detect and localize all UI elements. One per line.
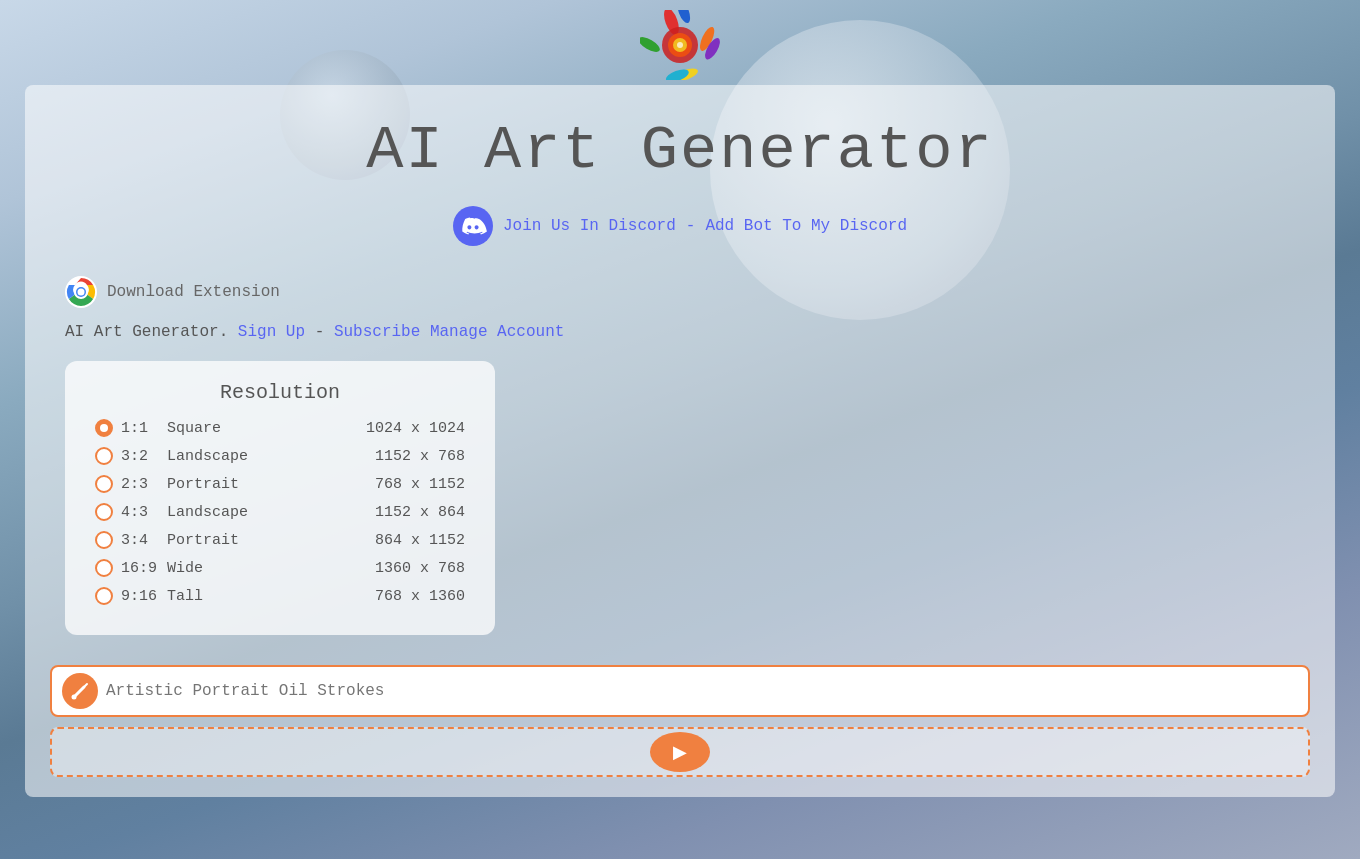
- resolution-item[interactable]: 2:3 Portrait 768 x 1152: [95, 475, 465, 493]
- res-label: Landscape: [167, 448, 267, 465]
- res-label: Tall: [167, 588, 267, 605]
- res-label: Portrait: [167, 476, 267, 493]
- res-ratio: 4:3: [121, 504, 159, 521]
- radio-1-1[interactable]: [95, 419, 113, 437]
- res-label: Wide: [167, 560, 267, 577]
- radio-2-3[interactable]: [95, 475, 113, 493]
- svg-line-18: [84, 684, 87, 687]
- account-row: AI Art Generator. Sign Up - Subscribe Ma…: [65, 323, 1295, 341]
- resolution-item[interactable]: 16:9 Wide 1360 x 768: [95, 559, 465, 577]
- manage-link[interactable]: Manage Account: [430, 323, 564, 341]
- res-ratio: 3:4: [121, 532, 159, 549]
- resolution-title: Resolution: [95, 381, 465, 404]
- prompt-input[interactable]: [106, 682, 1298, 700]
- generate-button[interactable]: [650, 732, 710, 772]
- res-dims: 768 x 1360: [375, 588, 465, 605]
- res-ratio: 2:3: [121, 476, 159, 493]
- svg-point-10: [677, 42, 683, 48]
- page-title: AI Art Generator: [366, 115, 993, 186]
- res-dims: 1152 x 768: [375, 448, 465, 465]
- res-dims: 768 x 1152: [375, 476, 465, 493]
- resolution-item[interactable]: 3:2 Landscape 1152 x 768: [95, 447, 465, 465]
- signup-link[interactable]: Sign Up: [238, 323, 305, 341]
- res-ratio: 9:16: [121, 588, 159, 605]
- chrome-extension-row: Download Extension: [65, 276, 1295, 308]
- generate-area: [50, 727, 1310, 777]
- resolution-options: 1:1 Square 1024 x 1024 3:2 Landscape 115…: [95, 419, 465, 605]
- resolution-item[interactable]: 4:3 Landscape 1152 x 864: [95, 503, 465, 521]
- chrome-icon: [65, 276, 97, 308]
- res-dims: 1152 x 864: [375, 504, 465, 521]
- resolution-item[interactable]: 9:16 Tall 768 x 1360: [95, 587, 465, 605]
- main-card: AI Art Generator Join Us In Discord - Ad…: [25, 85, 1335, 797]
- res-label: Portrait: [167, 532, 267, 549]
- radio-4-3[interactable]: [95, 503, 113, 521]
- brush-button[interactable]: [62, 673, 98, 709]
- resolution-box: Resolution 1:1 Square 1024 x 1024 3:2 La…: [65, 361, 495, 635]
- chrome-extension-link[interactable]: Download Extension: [107, 283, 280, 301]
- account-text: AI Art Generator.: [65, 323, 228, 341]
- svg-point-19: [72, 695, 77, 700]
- brush-icon: [70, 681, 90, 701]
- prompt-input-wrapper: [50, 665, 1310, 717]
- resolution-item[interactable]: 3:4 Portrait 864 x 1152: [95, 531, 465, 549]
- discord-separator: -: [686, 217, 696, 235]
- res-dims: 1360 x 768: [375, 560, 465, 577]
- account-sep: -: [315, 323, 334, 341]
- logo-area: [640, 10, 720, 80]
- res-label: Landscape: [167, 504, 267, 521]
- res-ratio: 3:2: [121, 448, 159, 465]
- discord-icon: [453, 206, 493, 246]
- subscribe-link[interactable]: Subscribe: [334, 323, 420, 341]
- res-dims: 1024 x 1024: [366, 420, 465, 437]
- resolution-item[interactable]: 1:1 Square 1024 x 1024: [95, 419, 465, 437]
- discord-row: Join Us In Discord - Add Bot To My Disco…: [453, 206, 907, 246]
- svg-point-3: [640, 34, 662, 55]
- add-bot-link[interactable]: Add Bot To My Discord: [705, 217, 907, 235]
- radio-16-9[interactable]: [95, 559, 113, 577]
- res-ratio: 1:1: [121, 420, 159, 437]
- main-content: AI Art Generator Join Us In Discord - Ad…: [0, 0, 1360, 859]
- bottom-left-section: Download Extension AI Art Generator. Sig…: [65, 276, 1295, 655]
- logo: [640, 10, 720, 80]
- radio-3-4[interactable]: [95, 531, 113, 549]
- res-label: Square: [167, 420, 267, 437]
- res-dims: 864 x 1152: [375, 532, 465, 549]
- radio-3-2[interactable]: [95, 447, 113, 465]
- join-discord-link[interactable]: Join Us In Discord: [503, 217, 676, 235]
- prompt-area: [50, 665, 1310, 717]
- svg-point-16: [78, 289, 85, 296]
- res-ratio: 16:9: [121, 560, 159, 577]
- radio-9-16[interactable]: [95, 587, 113, 605]
